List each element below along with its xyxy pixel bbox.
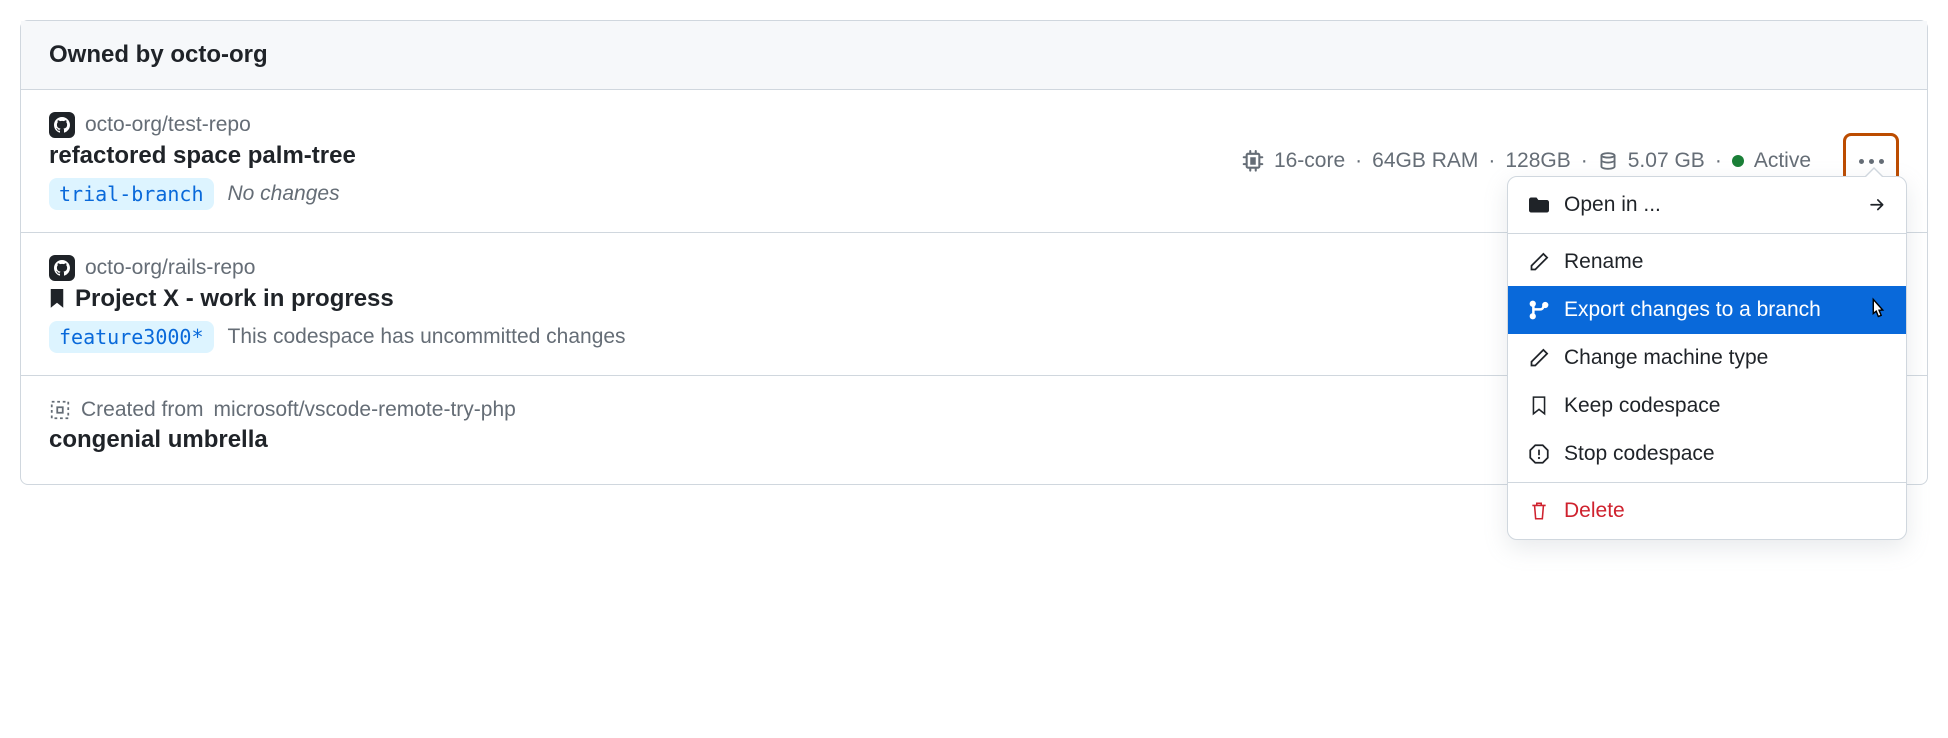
repo-name[interactable]: octo-org/rails-repo [85,256,255,280]
menu-label: Keep codespace [1564,394,1720,418]
repo-name[interactable]: microsoft/vscode-remote-try-php [214,398,516,422]
cursor-pointer-icon [1866,297,1890,323]
menu-delete[interactable]: Delete [1508,487,1906,535]
menu-label: Change machine type [1564,346,1768,370]
menu-label: Export changes to a branch [1564,298,1821,322]
row-left: octo-org/rails-repo Project X - work in … [49,255,1565,353]
folder-icon [1528,195,1550,215]
ram-spec: 64GB RAM [1372,149,1478,173]
status-note: No changes [228,182,340,206]
menu-open-in[interactable]: Open in ... [1508,181,1906,229]
database-icon [1598,151,1618,171]
status-note: This codespace has uncommitted changes [228,325,626,349]
storage-size: 5.07 GB [1628,149,1705,173]
pencil-icon [1528,348,1550,368]
menu-change-machine[interactable]: Change machine type [1508,334,1906,382]
status-dot-active [1732,155,1744,167]
branch-line: feature3000* This codespace has uncommit… [49,321,1565,353]
bookmark-fill-icon [49,289,65,309]
menu-label: Rename [1564,250,1643,274]
cpu-icon [1242,150,1264,172]
disk-spec: 128GB [1505,149,1570,173]
branch-pill[interactable]: trial-branch [49,178,214,210]
panel-title: Owned by octo-org [49,41,268,68]
codespace-title[interactable]: Project X - work in progress [49,285,1565,313]
codespace-title[interactable]: congenial umbrella [49,426,1588,454]
title-text: congenial umbrella [49,426,268,454]
repo-line: Created from microsoft/vscode-remote-try… [49,398,1588,422]
codespaces-panel: Owned by octo-org octo-org/test-repo ref… [20,20,1928,485]
bookmark-icon [1528,396,1550,416]
menu-rename[interactable]: Rename [1508,238,1906,286]
repo-line: octo-org/rails-repo [49,255,1565,281]
branch-line: trial-branch No changes [49,178,1242,210]
title-text: Project X - work in progress [75,285,394,313]
arrow-right-icon [1868,196,1886,214]
git-branch-icon [1528,300,1550,320]
menu-export-branch[interactable]: Export changes to a branch [1508,286,1906,334]
title-text: refactored space palm-tree [49,142,356,170]
menu-divider [1508,233,1906,234]
branch-pill[interactable]: feature3000* [49,321,214,353]
actions-dropdown: Open in ... Rename Export changes to a b… [1507,176,1907,540]
menu-keep-codespace[interactable]: Keep codespace [1508,382,1906,430]
stop-icon [1528,444,1550,464]
codespace-title[interactable]: refactored space palm-tree [49,142,1242,170]
row-left: octo-org/test-repo refactored space palm… [49,112,1242,210]
status-label: Active [1754,149,1811,173]
repo-name[interactable]: octo-org/test-repo [85,113,251,137]
codespace-row: octo-org/test-repo refactored space palm… [21,90,1927,233]
trash-icon [1528,501,1550,521]
repo-prefix: Created from [81,398,204,422]
separator: · [1581,149,1588,173]
separator: · [1715,149,1722,173]
repo-line: octo-org/test-repo [49,112,1242,138]
menu-divider [1508,482,1906,483]
pencil-icon [1528,252,1550,272]
separator: · [1488,149,1495,173]
menu-stop-codespace[interactable]: Stop codespace [1508,430,1906,478]
menu-label: Open in ... [1564,193,1661,217]
menu-label: Stop codespace [1564,442,1715,466]
row-left: Created from microsoft/vscode-remote-try… [49,398,1588,462]
cpu-spec: 16-core [1274,149,1345,173]
org-avatar [49,112,75,138]
template-icon [49,399,71,421]
kebab-icon [1859,159,1884,164]
org-avatar [49,255,75,281]
panel-header: Owned by octo-org [21,21,1927,90]
separator: · [1355,149,1362,173]
menu-label: Delete [1564,499,1625,523]
